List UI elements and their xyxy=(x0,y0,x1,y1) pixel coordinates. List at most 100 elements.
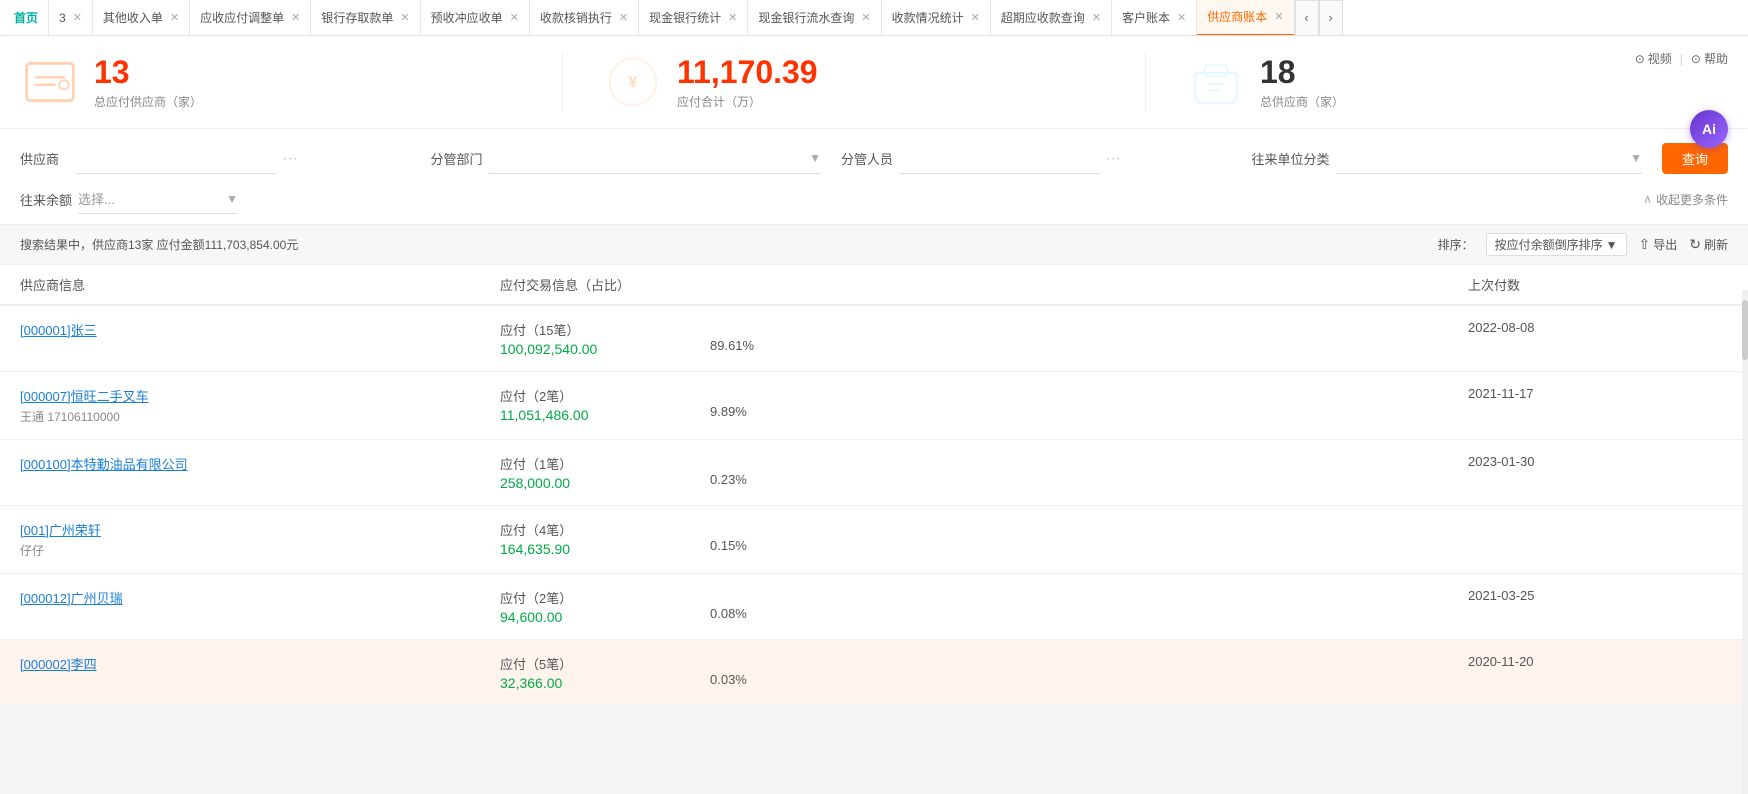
tx-amount-3: 258,000.00 xyxy=(500,475,700,491)
nav-tab-customer-ledger[interactable]: 客户账本 ✕ xyxy=(1112,0,1197,36)
nav-tab-collection-exec[interactable]: 收款核销执行 ✕ xyxy=(530,0,639,36)
close-icon[interactable]: ✕ xyxy=(510,11,519,24)
person-dots[interactable]: ··· xyxy=(1105,150,1121,168)
tab-cash-bank-stats-label: 现金银行统计 xyxy=(649,9,721,26)
close-icon[interactable]: ✕ xyxy=(73,11,82,24)
last-pay-3: 2023-01-30 xyxy=(1468,454,1728,469)
nav-tab-supplier-ledger[interactable]: 供应商账本 ✕ xyxy=(1197,0,1294,36)
close-icon[interactable]: ✕ xyxy=(971,11,980,24)
tx-amount-1: 100,092,540.00 xyxy=(500,341,700,357)
close-icon[interactable]: ✕ xyxy=(170,11,179,24)
ai-button[interactable]: Ai xyxy=(1690,110,1728,148)
close-icon[interactable]: ✕ xyxy=(400,11,409,24)
supplier-link-1[interactable]: [000001]张三 xyxy=(20,320,500,339)
payable-suppliers-number: 13 xyxy=(94,54,202,91)
scrollbar-thumb[interactable] xyxy=(1742,300,1748,360)
supplier-input[interactable] xyxy=(76,144,276,174)
close-icon[interactable]: ✕ xyxy=(619,11,628,24)
person-input[interactable] xyxy=(899,144,1099,174)
card-content-2: 11,170.39 应付合计（万） xyxy=(677,54,818,110)
close-icon[interactable]: ✕ xyxy=(1092,11,1101,24)
tab-collection-stats-label: 收款情况统计 xyxy=(892,9,964,26)
supplier-link-3[interactable]: [000100]本特勤油品有限公司 xyxy=(20,454,500,473)
supplier-cell-4: [001]广州荣轩 仔仔 xyxy=(20,520,500,559)
svg-text:¥: ¥ xyxy=(628,73,638,92)
nav-tab-ar-ap-adjust[interactable]: 应收应付调整单 ✕ xyxy=(190,0,311,36)
last-pay-1: 2022-08-08 xyxy=(1468,320,1728,335)
tab-3-label: 3 xyxy=(59,11,66,25)
nav-tab-3[interactable]: 3 ✕ xyxy=(49,0,93,36)
filter-area: 供应商 ··· 分管部门 ▼ 分管人员 ··· 往来单位分类 ▼ 查询 xyxy=(0,129,1748,225)
table-row: [000007]恒旺二手叉车 王通 17106110000 应付（2笔） 11,… xyxy=(0,372,1748,440)
supplier-link-4[interactable]: [001]广州荣轩 xyxy=(20,520,500,539)
nav-tab-home[interactable]: 首页 xyxy=(4,0,49,36)
tx-label-2: 应付（2笔） xyxy=(500,386,700,405)
balance-label: 往来余额 xyxy=(20,190,72,209)
tx-cell-4: 应付（4笔） 164,635.90 0.15% xyxy=(500,520,1468,557)
tx-amount-4: 164,635.90 xyxy=(500,541,700,557)
refresh-icon: ↻ xyxy=(1689,236,1701,253)
payable-suppliers-label: 总应付供应商（家） xyxy=(94,93,202,110)
nav-tab-overdue-query[interactable]: 超期应收款查询 ✕ xyxy=(991,0,1112,36)
card-icon-3 xyxy=(1186,52,1246,112)
table-row: [000012]广州贝瑞 应付（2笔） 94,600.00 0.08% 2021… xyxy=(0,574,1748,640)
category-label: 往来单位分类 xyxy=(1252,149,1330,168)
collapse-label: 收起更多条件 xyxy=(1656,191,1728,208)
filter-dept: 分管部门 ▼ xyxy=(431,144,822,174)
search-button[interactable]: 查询 xyxy=(1662,143,1728,174)
tab-supplier-ledger-label: 供应商账本 xyxy=(1207,8,1267,25)
close-icon[interactable]: ✕ xyxy=(861,11,870,24)
last-pay-2: 2021-11-17 xyxy=(1468,386,1728,401)
tab-overdue-query-label: 超期应收款查询 xyxy=(1001,9,1085,26)
table-header: 供应商信息 应付交易信息（占比） 上次付数 xyxy=(0,265,1748,306)
sort-value: 按应付余额倒序排序 xyxy=(1495,236,1603,253)
video-link[interactable]: ⊙ 视频 xyxy=(1635,50,1672,67)
tab-collection-exec-label: 收款核销执行 xyxy=(540,9,612,26)
collapse-button[interactable]: ∧ 收起更多条件 xyxy=(1643,187,1728,212)
category-select[interactable]: ▼ xyxy=(1336,144,1642,174)
supplier-link-2[interactable]: [000007]恒旺二手叉车 xyxy=(20,386,500,405)
close-icon[interactable]: ✕ xyxy=(728,11,737,24)
nav-tab-cash-bank-flow[interactable]: 现金银行流水查询 ✕ xyxy=(748,0,881,36)
close-icon[interactable]: ✕ xyxy=(1274,10,1283,23)
video-icon: ⊙ xyxy=(1635,52,1645,66)
filter-category: 往来单位分类 ▼ xyxy=(1252,144,1643,174)
nav-tab-bank-deposit[interactable]: 银行存取款单 ✕ xyxy=(311,0,420,36)
last-pay-5: 2021-03-25 xyxy=(1468,588,1728,603)
filter-balance: 往来余额 选择... ▼ xyxy=(20,184,238,214)
supplier-label: 供应商 xyxy=(20,149,70,168)
payable-total-number: 11,170.39 xyxy=(677,54,818,91)
summary-card-payable-total: ¥ 11,170.39 应付合计（万） xyxy=(563,52,1146,112)
scrollbar[interactable] xyxy=(1742,290,1748,794)
help-link[interactable]: ⊙ 帮助 xyxy=(1691,50,1728,67)
total-suppliers-label: 总供应商（家） xyxy=(1260,93,1344,110)
sort-select[interactable]: 按应付余额倒序排序 ▼ xyxy=(1486,233,1627,256)
nav-tab-collection-stats[interactable]: 收款情况统计 ✕ xyxy=(882,0,991,36)
dept-select[interactable]: ▼ xyxy=(489,144,821,174)
tab-advance-collection-label: 预收冲应收单 xyxy=(431,9,503,26)
nav-tab-other-income[interactable]: 其他收入单 ✕ xyxy=(93,0,190,36)
nav-arrow-left[interactable]: ‹ xyxy=(1295,0,1319,36)
nav-arrow-right[interactable]: › xyxy=(1319,0,1343,36)
summary-area: 13 总应付供应商（家） ¥ 11,170.39 应付合计（万） 18 xyxy=(0,36,1748,129)
supplier-link-6[interactable]: [000002]李四 xyxy=(20,654,500,673)
supplier-cell-5: [000012]广州贝瑞 xyxy=(20,588,500,607)
supplier-link-5[interactable]: [000012]广州贝瑞 xyxy=(20,588,500,607)
close-icon[interactable]: ✕ xyxy=(291,11,300,24)
balance-select[interactable]: 选择... ▼ xyxy=(78,184,238,214)
refresh-button[interactable]: ↻ 刷新 xyxy=(1689,236,1728,253)
col-last-pay: 上次付数 xyxy=(1468,275,1728,294)
payable-total-label: 应付合计（万） xyxy=(677,93,818,110)
nav-tab-cash-bank-stats[interactable]: 现金银行统计 ✕ xyxy=(639,0,748,36)
tx-label-3: 应付（1笔） xyxy=(500,454,700,473)
nav-tab-advance-collection[interactable]: 预收冲应收单 ✕ xyxy=(421,0,530,36)
tx-percent-5: 0.08% xyxy=(700,588,747,621)
table-row: [001]广州荣轩 仔仔 应付（4笔） 164,635.90 0.15% xyxy=(0,506,1748,574)
supplier-dots[interactable]: ··· xyxy=(282,150,298,168)
dept-dropdown-arrow: ▼ xyxy=(809,151,821,165)
tx-percent-2: 9.89% xyxy=(700,386,747,419)
tx-cell-5: 应付（2笔） 94,600.00 0.08% xyxy=(500,588,1468,625)
close-icon[interactable]: ✕ xyxy=(1177,11,1186,24)
top-links: ⊙ 视频 | ⊙ 帮助 xyxy=(1635,50,1728,67)
export-button[interactable]: ⇧ 导出 xyxy=(1639,236,1678,253)
